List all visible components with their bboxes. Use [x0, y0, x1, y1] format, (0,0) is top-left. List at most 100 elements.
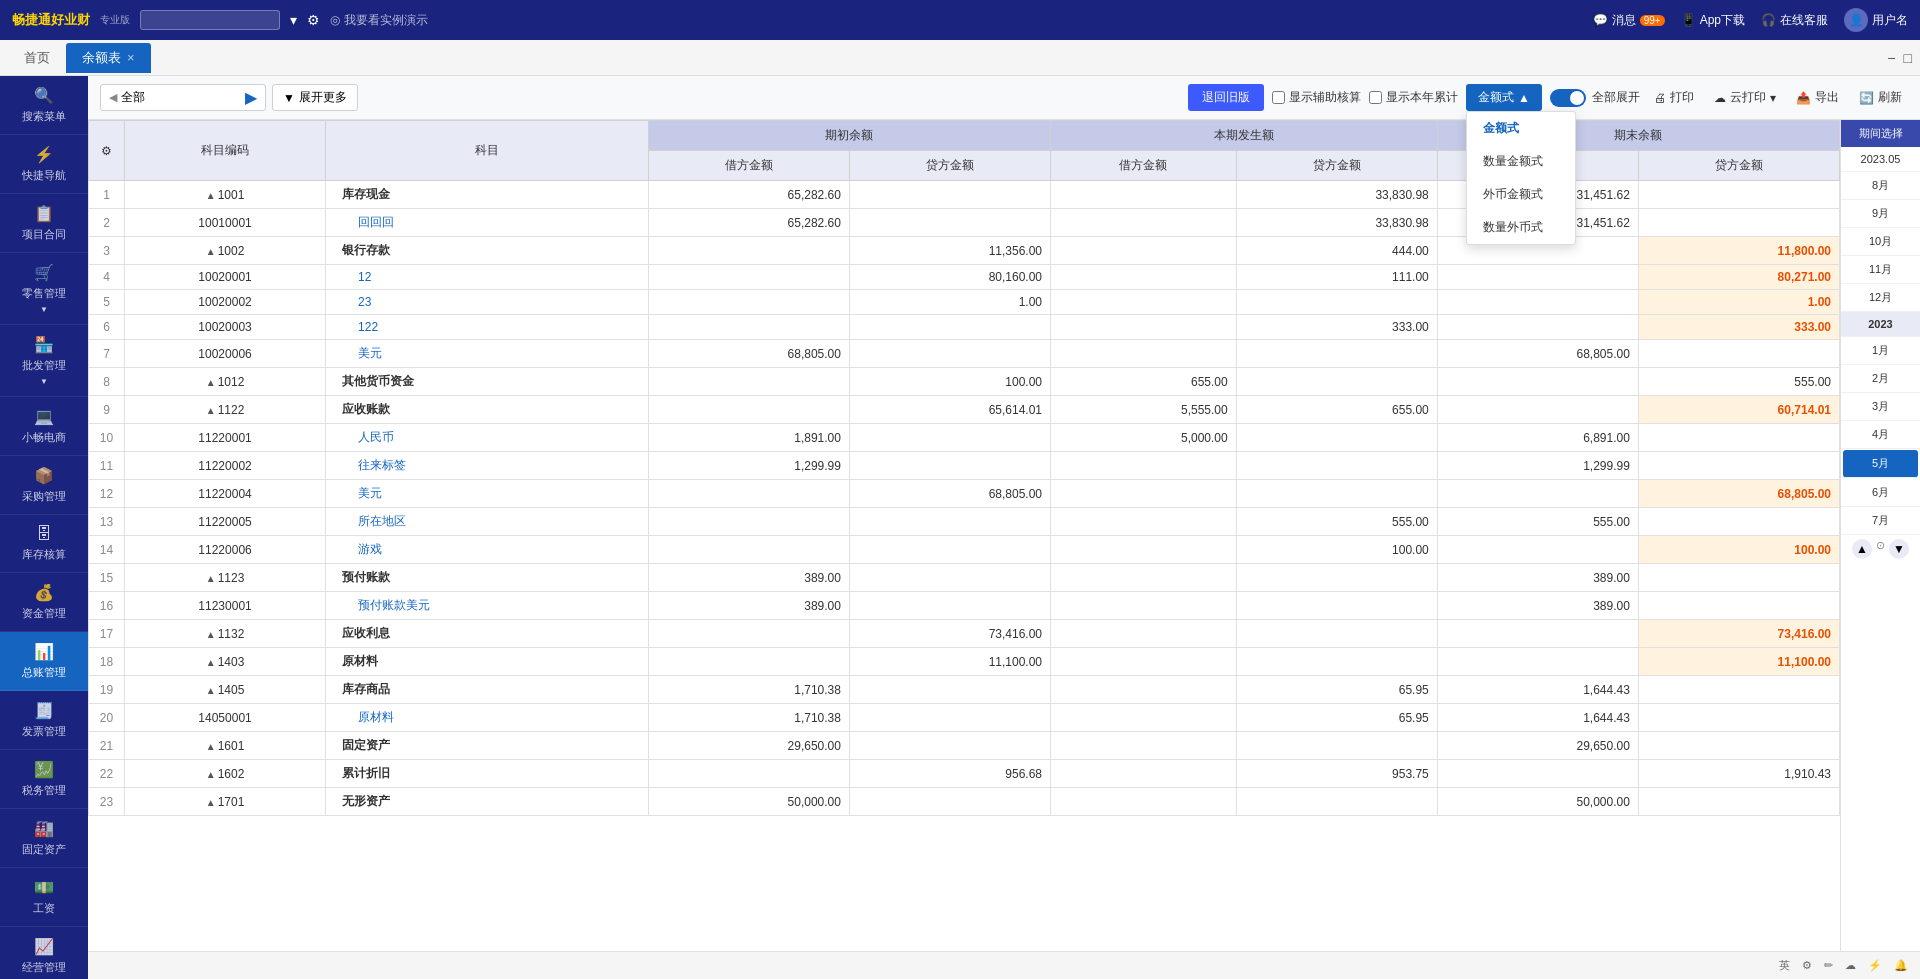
cell-account-name[interactable]: 23: [326, 290, 649, 315]
sidebar-item-accounting[interactable]: 📊 总账管理: [0, 632, 88, 691]
period-item[interactable]: 6月: [1841, 479, 1920, 507]
message-btn[interactable]: 💬 消息 99+: [1593, 12, 1665, 29]
period-item[interactable]: 9月: [1841, 200, 1920, 228]
cell-open-credit: 65,614.01: [849, 396, 1050, 424]
period-item[interactable]: 11月: [1841, 256, 1920, 284]
refresh-btn[interactable]: 🔄 刷新: [1853, 85, 1908, 110]
period-item[interactable]: 2月: [1841, 365, 1920, 393]
account-name-link[interactable]: 游戏: [334, 542, 382, 556]
account-name-link[interactable]: 所在地区: [334, 514, 406, 528]
sidebar-item-search[interactable]: 🔍 搜索菜单: [0, 76, 88, 135]
tab-minimize-btn[interactable]: −: [1887, 50, 1895, 66]
back-old-version-btn[interactable]: 退回旧版: [1188, 84, 1264, 111]
cell-account-name[interactable]: 人民币: [326, 424, 649, 452]
status-lang-icon[interactable]: 英: [1779, 958, 1790, 973]
cell-account-name[interactable]: 12: [326, 265, 649, 290]
tab-close-icon[interactable]: ×: [127, 50, 135, 65]
period-nav: ▲ ⊙ ▼: [1841, 535, 1920, 563]
dropdown-item-qty-amount[interactable]: 数量金额式: [1467, 145, 1575, 178]
th-settings[interactable]: ⚙: [89, 121, 125, 181]
tab-bar: 首页 余额表 × − □: [0, 40, 1920, 76]
sidebar-item-ecommerce[interactable]: 💻 小畅电商: [0, 397, 88, 456]
period-item[interactable]: 1月: [1841, 337, 1920, 365]
online-service-btn[interactable]: 🎧 在线客服: [1761, 12, 1828, 29]
period-item[interactable]: 10月: [1841, 228, 1920, 256]
tab-maximize-btn[interactable]: □: [1904, 50, 1912, 66]
cell-account-name[interactable]: 游戏: [326, 536, 649, 564]
search-box[interactable]: ◀ ▶: [100, 84, 266, 111]
settings-icon[interactable]: ⚙: [307, 12, 320, 28]
sidebar-item-operations[interactable]: 📈 经营管理: [0, 927, 88, 979]
dropdown-item-amount[interactable]: 金额式: [1467, 112, 1575, 145]
tab-home[interactable]: 首页: [8, 43, 66, 73]
period-item[interactable]: 12月: [1841, 284, 1920, 312]
demo-link[interactable]: ◎ 我要看实例演示: [330, 12, 428, 29]
sidebar-item-capital[interactable]: 💰 资金管理: [0, 573, 88, 632]
account-name-link[interactable]: 预付账款美元: [334, 598, 430, 612]
sidebar-item-fixed-assets[interactable]: 🏭 固定资产: [0, 809, 88, 868]
print-btn[interactable]: 🖨 打印: [1648, 85, 1700, 110]
period-item[interactable]: 5月: [1843, 450, 1918, 478]
cell-account-name[interactable]: 原材料: [326, 704, 649, 732]
app-download-btn[interactable]: 📱 App下载: [1681, 12, 1745, 29]
account-name-link[interactable]: 往来标签: [334, 458, 406, 472]
cell-close-credit: [1638, 209, 1839, 237]
period-item[interactable]: 8月: [1841, 172, 1920, 200]
dropdown-item-qty-foreign[interactable]: 数量外币式: [1467, 211, 1575, 244]
sidebar-item-purchase[interactable]: 📦 采购管理: [0, 456, 88, 515]
cell-account-name[interactable]: 往来标签: [326, 452, 649, 480]
dropdown-arrow-icon[interactable]: ▾: [290, 12, 297, 28]
status-edit-icon[interactable]: ✏: [1824, 959, 1833, 972]
period-item[interactable]: 2023.05: [1841, 147, 1920, 172]
tab-balance[interactable]: 余额表 ×: [66, 43, 151, 73]
cell-account-name[interactable]: 122: [326, 315, 649, 340]
expand-all-toggle[interactable]: 全部展开: [1550, 89, 1640, 107]
cloud-print-btn[interactable]: ☁ 云打印 ▾: [1708, 85, 1782, 110]
account-name-link[interactable]: 回回回: [334, 215, 394, 229]
cell-account-name[interactable]: 美元: [326, 340, 649, 368]
dropdown-item-foreign-amount[interactable]: 外币金额式: [1467, 178, 1575, 211]
sidebar-item-quicknav[interactable]: ⚡ 快捷导航: [0, 135, 88, 194]
amount-mode-btn[interactable]: 金额式 ▲: [1466, 84, 1542, 111]
period-item[interactable]: 4月: [1841, 421, 1920, 449]
account-name-link[interactable]: 美元: [334, 346, 382, 360]
show-annual-checkbox[interactable]: 显示本年累计: [1369, 89, 1458, 106]
cell-account-name[interactable]: 所在地区: [326, 508, 649, 536]
search-input[interactable]: [121, 91, 241, 105]
sidebar-item-inventory[interactable]: 🗄 库存核算: [0, 515, 88, 573]
title-input[interactable]: [140, 10, 280, 30]
account-name-link[interactable]: 23: [334, 295, 371, 309]
sidebar-item-tax[interactable]: 💹 税务管理: [0, 750, 88, 809]
account-name-link[interactable]: 原材料: [334, 710, 394, 724]
cell-account-name[interactable]: 回回回: [326, 209, 649, 237]
show-auxiliary-checkbox[interactable]: 显示辅助核算: [1272, 89, 1361, 106]
account-name-link[interactable]: 美元: [334, 486, 382, 500]
period-item[interactable]: 7月: [1841, 507, 1920, 535]
status-lightning-icon[interactable]: ⚡: [1868, 959, 1882, 972]
status-bell-icon[interactable]: 🔔: [1894, 959, 1908, 972]
period-expand-icon[interactable]: ⊙: [1876, 539, 1885, 559]
period-nav-up-btn[interactable]: ▲: [1852, 539, 1872, 559]
dropdown-chevron-icon: ▲: [1518, 91, 1530, 105]
user-avatar[interactable]: 👤 用户名: [1844, 8, 1908, 32]
status-cloud-icon[interactable]: ☁: [1845, 959, 1856, 972]
period-nav-down-btn[interactable]: ▼: [1889, 539, 1909, 559]
expand-more-btn[interactable]: ▼ 展开更多: [272, 84, 358, 111]
cell-account-name[interactable]: 预付账款美元: [326, 592, 649, 620]
account-name-link[interactable]: 12: [334, 270, 371, 284]
search-right-icon[interactable]: ▶: [245, 88, 257, 107]
toggle-switch-control[interactable]: [1550, 89, 1586, 107]
sidebar-item-retail[interactable]: 🛒 零售管理 ▼: [0, 253, 88, 325]
sidebar-item-wholesale[interactable]: 🏪 批发管理 ▼: [0, 325, 88, 397]
sidebar-item-invoice[interactable]: 🧾 发票管理: [0, 691, 88, 750]
export-btn[interactable]: 📤 导出: [1790, 85, 1845, 110]
account-name-link[interactable]: 122: [334, 320, 378, 334]
status-settings-icon[interactable]: ⚙: [1802, 959, 1812, 972]
cell-open-debit: 1,710.38: [648, 676, 849, 704]
period-item[interactable]: 3月: [1841, 393, 1920, 421]
sidebar-item-payroll[interactable]: 💵 工资: [0, 868, 88, 927]
account-name-link[interactable]: 人民币: [334, 430, 394, 444]
cell-account-name[interactable]: 美元: [326, 480, 649, 508]
period-item[interactable]: 2023: [1841, 312, 1920, 337]
sidebar-item-project[interactable]: 📋 项目合同: [0, 194, 88, 253]
